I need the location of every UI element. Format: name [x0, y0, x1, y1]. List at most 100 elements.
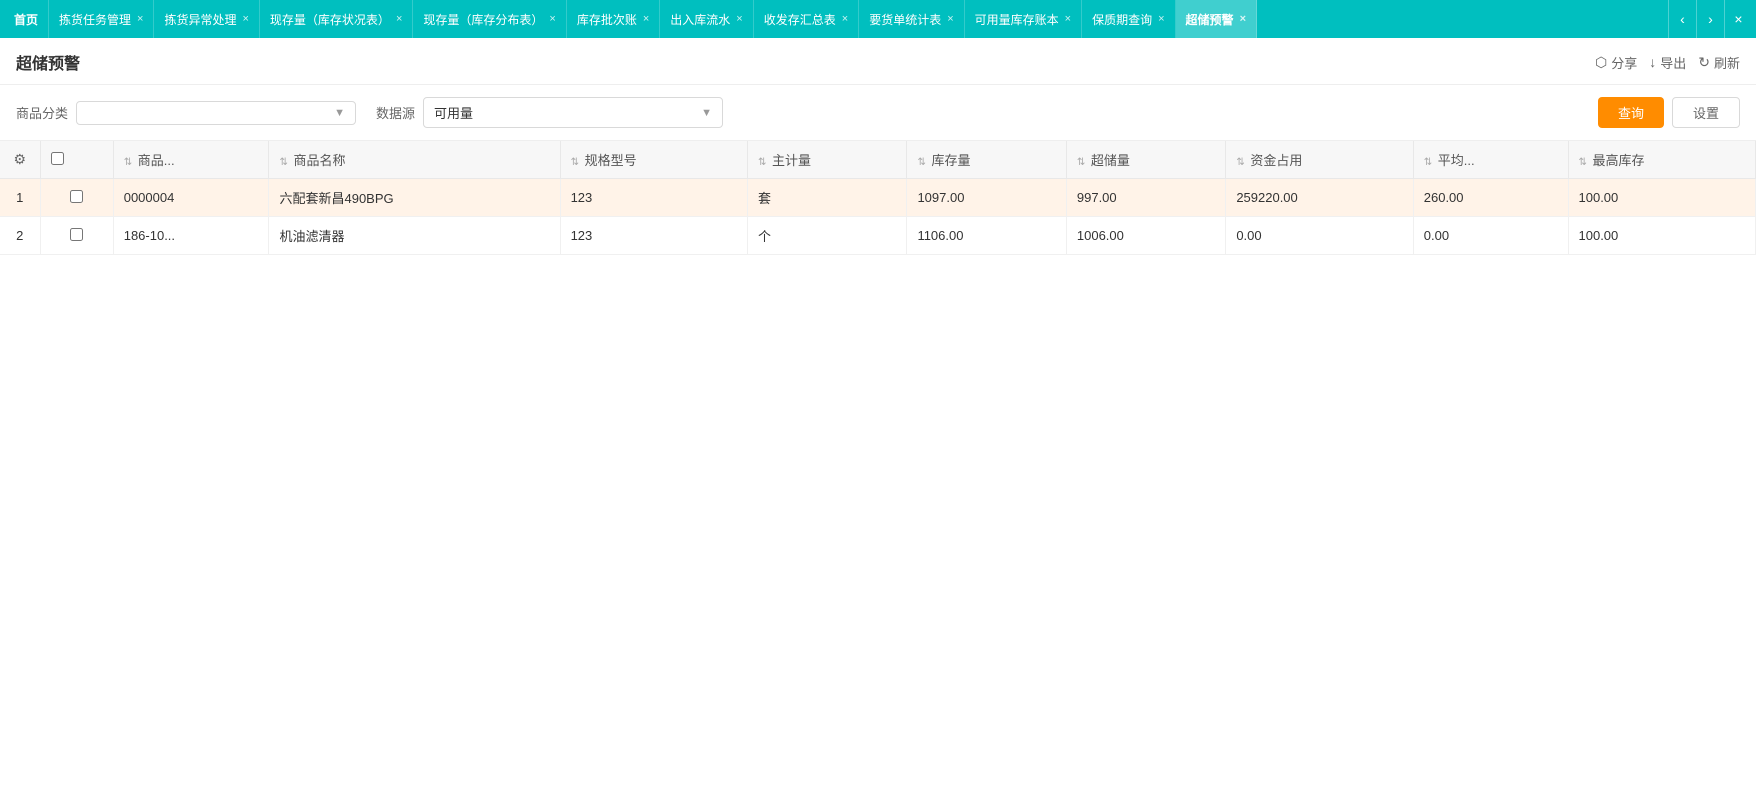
col-stock-qty: ⇅ 库存量 [907, 141, 1066, 179]
page-title: 超储预警 [16, 50, 80, 74]
nav-tab-batch-ledger[interactable]: 库存批次账 × [567, 0, 660, 38]
table-header: ⚙ ⇅ 商品... ⇅ 商品名称 ⇅ 规格型号 [0, 141, 1756, 179]
datasource-value: 可用量 [434, 103, 473, 122]
row-1-spec: 123 [560, 179, 747, 217]
export-button[interactable]: ↓ 导出 [1649, 53, 1686, 72]
sort-spec-icon[interactable]: ⇅ [571, 157, 579, 168]
sort-max-stock-icon[interactable]: ⇅ [1579, 157, 1587, 168]
settings-button[interactable]: 设置 [1672, 97, 1740, 128]
batch-ledger-label: 库存批次账 [577, 11, 637, 28]
row-1-unit: 套 [748, 179, 907, 217]
datasource-select[interactable]: 可用量 ▼ [423, 97, 723, 128]
nav-arrow-close[interactable]: × [1724, 0, 1752, 38]
col-avg: ⇅ 平均... [1413, 141, 1568, 179]
close-available-ledger-icon[interactable]: × [1065, 13, 1071, 25]
sort-capital-icon[interactable]: ⇅ [1236, 157, 1244, 168]
close-expiry-query-icon[interactable]: × [1158, 13, 1164, 25]
share-icon: ⬡ [1595, 54, 1607, 71]
close-inout-flow-icon[interactable]: × [736, 13, 742, 25]
table-gear-icon[interactable]: ⚙ [11, 151, 29, 169]
task-mgmt-label: 拣货任务管理 [59, 11, 131, 28]
row-1-product-name: 六配套新昌490BPG [269, 179, 560, 217]
nav-tab-order-stats[interactable]: 要货单统计表 × [859, 0, 964, 38]
nav-tab-exception[interactable]: 拣货异常处理 × [154, 0, 259, 38]
nav-tab-stock-status[interactable]: 现存量（库存状况表） × [260, 0, 413, 38]
sort-stock-qty-icon[interactable]: ⇅ [917, 157, 925, 168]
nav-arrow-left[interactable]: ‹ [1668, 0, 1696, 38]
row-1-over-qty: 997.00 [1066, 179, 1225, 217]
col-over-qty-label: 超储量 [1091, 153, 1130, 168]
nav-tab-task-mgmt[interactable]: 拣货任务管理 × [49, 0, 154, 38]
col-spec: ⇅ 规格型号 [560, 141, 747, 179]
nav-arrows: ‹ › × [1668, 0, 1752, 38]
nav-tab-expiry-query[interactable]: 保质期查询 × [1082, 0, 1175, 38]
col-unit-label: 主计量 [772, 153, 811, 168]
row-2-checkbox[interactable] [70, 228, 83, 241]
row-1-max-stock: 100.00 [1568, 179, 1756, 217]
close-exception-icon[interactable]: × [242, 13, 248, 25]
col-avg-label: 平均... [1438, 153, 1475, 168]
sort-product-code-icon[interactable]: ⇅ [124, 157, 132, 168]
row-2-unit: 个 [748, 217, 907, 255]
table-row: 1 0000004 六配套新昌490BPG 123 套 1097.00 997.… [0, 179, 1756, 217]
category-filter: 商品分类 ▼ [16, 101, 356, 125]
row-2-avg: 0.00 [1413, 217, 1568, 255]
col-max-stock-label: 最高库存 [1593, 153, 1645, 168]
share-label: 分享 [1611, 53, 1637, 72]
nav-tab-inout-flow[interactable]: 出入库流水 × [660, 0, 753, 38]
query-button[interactable]: 查询 [1598, 97, 1664, 128]
export-icon: ↓ [1649, 54, 1656, 70]
close-batch-ledger-icon[interactable]: × [643, 13, 649, 25]
col-product-name-label: 商品名称 [294, 153, 346, 168]
col-stock-qty-label: 库存量 [931, 153, 970, 168]
available-ledger-label: 可用量库存账本 [975, 11, 1059, 28]
row-2-checkbox-cell [40, 217, 113, 255]
close-stock-dist-icon[interactable]: × [549, 13, 555, 25]
export-label: 导出 [1660, 53, 1686, 72]
nav-tab-stock-dist[interactable]: 现存量（库存分布表） × [413, 0, 566, 38]
row-1-checkbox[interactable] [70, 190, 83, 203]
col-settings: ⚙ [0, 141, 40, 179]
order-stats-label: 要货单统计表 [869, 11, 941, 28]
top-navigation: 首页 拣货任务管理 × 拣货异常处理 × 现存量（库存状况表） × 现存量（库存… [0, 0, 1756, 38]
refresh-label: 刷新 [1714, 53, 1740, 72]
row-2-spec: 123 [560, 217, 747, 255]
col-product-code-label: 商品... [138, 153, 175, 168]
filter-area: 商品分类 ▼ 数据源 可用量 ▼ 查询 设置 [0, 85, 1756, 141]
nav-tab-overstock-alert[interactable]: 超储预警 × [1176, 0, 1257, 38]
share-button[interactable]: ⬡ 分享 [1595, 53, 1637, 72]
nav-tab-receive-summary[interactable]: 收发存汇总表 × [754, 0, 859, 38]
sort-product-name-icon[interactable]: ⇅ [279, 157, 287, 168]
refresh-button[interactable]: ↻ 刷新 [1698, 53, 1740, 72]
col-capital: ⇅ 资金占用 [1226, 141, 1413, 179]
stock-dist-label: 现存量（库存分布表） [423, 11, 543, 28]
table-row: 2 186-10... 机油滤清器 123 个 1106.00 1006.00 … [0, 217, 1756, 255]
nav-tab-home[interactable]: 首页 [4, 0, 49, 38]
row-1-avg: 260.00 [1413, 179, 1568, 217]
close-stock-status-icon[interactable]: × [396, 13, 402, 25]
close-task-mgmt-icon[interactable]: × [137, 13, 143, 25]
close-receive-summary-icon[interactable]: × [842, 13, 848, 25]
row-2-max-stock: 100.00 [1568, 217, 1756, 255]
sort-avg-icon[interactable]: ⇅ [1424, 157, 1432, 168]
row-1-capital: 259220.00 [1226, 179, 1413, 217]
row-2-product-code: 186-10... [113, 217, 269, 255]
header-actions: ⬡ 分享 ↓ 导出 ↻ 刷新 [1595, 53, 1740, 72]
refresh-icon: ↻ [1698, 54, 1710, 71]
close-order-stats-icon[interactable]: × [947, 13, 953, 25]
close-overstock-alert-icon[interactable]: × [1240, 13, 1246, 25]
sort-over-qty-icon[interactable]: ⇅ [1077, 157, 1085, 168]
category-select[interactable]: ▼ [76, 101, 356, 125]
nav-arrow-right[interactable]: › [1696, 0, 1724, 38]
table-body: 1 0000004 六配套新昌490BPG 123 套 1097.00 997.… [0, 179, 1756, 255]
filter-actions: 查询 设置 [1598, 97, 1740, 128]
row-1-num: 1 [0, 179, 40, 217]
nav-tab-available-ledger[interactable]: 可用量库存账本 × [965, 0, 1082, 38]
row-1-stock-qty: 1097.00 [907, 179, 1066, 217]
sort-unit-icon[interactable]: ⇅ [758, 157, 766, 168]
home-label: 首页 [14, 11, 38, 28]
select-all-checkbox[interactable] [51, 152, 64, 165]
table-container: ⚙ ⇅ 商品... ⇅ 商品名称 ⇅ 规格型号 [0, 141, 1756, 255]
row-2-capital: 0.00 [1226, 217, 1413, 255]
category-arrow-icon: ▼ [334, 107, 345, 119]
